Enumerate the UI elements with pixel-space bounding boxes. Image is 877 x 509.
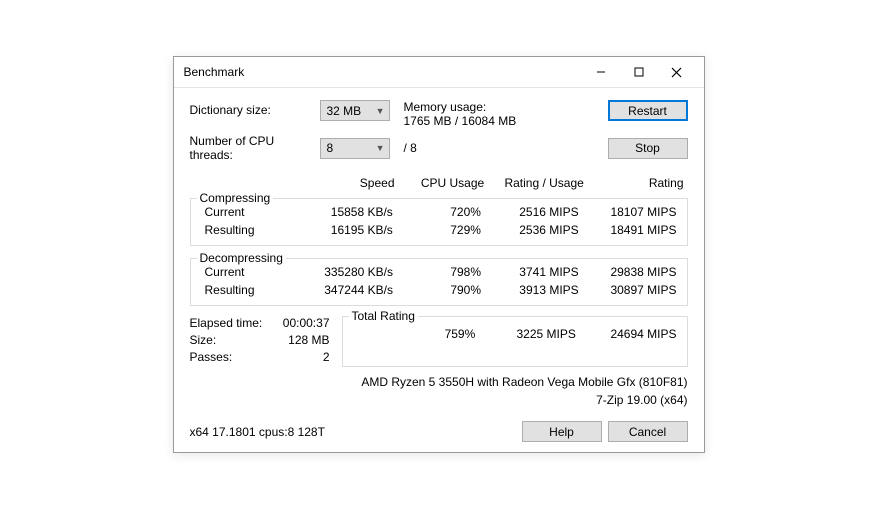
restart-button[interactable]: Restart [608, 100, 688, 121]
app-info: 7-Zip 19.00 (x64) [190, 393, 688, 407]
titlebar: Benchmark [174, 57, 704, 88]
decompressing-group: Decompressing Current 335280 KB/s 798% 3… [190, 258, 688, 306]
window-title: Benchmark [184, 65, 582, 79]
compressing-group: Compressing Current 15858 KB/s 720% 2516… [190, 198, 688, 246]
header-cpu: CPU Usage [399, 174, 489, 192]
memory-usage-label: Memory usage: [404, 100, 608, 114]
compressing-title: Compressing [197, 191, 274, 205]
content-area: Dictionary size: 32 MB ▼ Memory usage: 1… [174, 88, 704, 452]
dictionary-size-label: Dictionary size: [190, 100, 320, 117]
chevron-down-icon: ▼ [376, 106, 385, 116]
minimize-button[interactable] [582, 58, 620, 86]
table-row: 759% 3225 MIPS 24694 MIPS [349, 325, 681, 343]
total-rating-title: Total Rating [349, 309, 418, 323]
size-label: Size: [190, 333, 270, 347]
build-info: x64 17.1801 cpus:8 128T [190, 425, 516, 439]
cpu-info: AMD Ryzen 5 3550H with Radeon Vega Mobil… [190, 375, 688, 389]
passes-label: Passes: [190, 350, 270, 364]
column-headers: Speed CPU Usage Rating / Usage Rating [190, 174, 688, 192]
close-button[interactable] [658, 58, 696, 86]
elapsed-label: Elapsed time: [190, 316, 270, 330]
elapsed-value: 00:00:37 [270, 316, 330, 330]
table-row: Resulting 347244 KB/s 790% 3913 MIPS 308… [197, 281, 681, 299]
header-speed: Speed [289, 174, 399, 192]
maximize-button[interactable] [620, 58, 658, 86]
header-ratio: Rating / Usage [488, 174, 588, 192]
header-rating: Rating [588, 174, 688, 192]
table-row: Resulting 16195 KB/s 729% 2536 MIPS 1849… [197, 221, 681, 239]
memory-usage-value: 1765 MB / 16084 MB [404, 114, 608, 128]
total-rating-group: Total Rating 759% 3225 MIPS 24694 MIPS [342, 316, 688, 367]
summary-stats: Elapsed time:00:00:37 Size:128 MB Passes… [190, 316, 330, 367]
dictionary-size-select[interactable]: 32 MB ▼ [320, 100, 390, 121]
cpu-threads-select[interactable]: 8 ▼ [320, 138, 390, 159]
chevron-down-icon: ▼ [376, 143, 385, 153]
table-row: Current 15858 KB/s 720% 2516 MIPS 18107 … [197, 203, 681, 221]
size-value: 128 MB [270, 333, 330, 347]
help-button[interactable]: Help [522, 421, 602, 442]
cpu-threads-value: 8 [327, 141, 334, 155]
cpu-threads-label: Number of CPU threads: [190, 134, 320, 162]
stop-button[interactable]: Stop [608, 138, 688, 159]
total-rating: 24694 MIPS [580, 325, 681, 343]
dictionary-size-value: 32 MB [327, 104, 362, 118]
table-row: Current 335280 KB/s 798% 3741 MIPS 29838… [197, 263, 681, 281]
passes-value: 2 [270, 350, 330, 364]
cpu-threads-max: / 8 [404, 141, 608, 155]
total-ratio: 3225 MIPS [479, 325, 580, 343]
cancel-button[interactable]: Cancel [608, 421, 688, 442]
decompressing-title: Decompressing [197, 251, 286, 265]
benchmark-window: Benchmark Dictionary size: 32 MB ▼ Memor… [173, 56, 705, 453]
total-cpu: 759% [389, 325, 480, 343]
